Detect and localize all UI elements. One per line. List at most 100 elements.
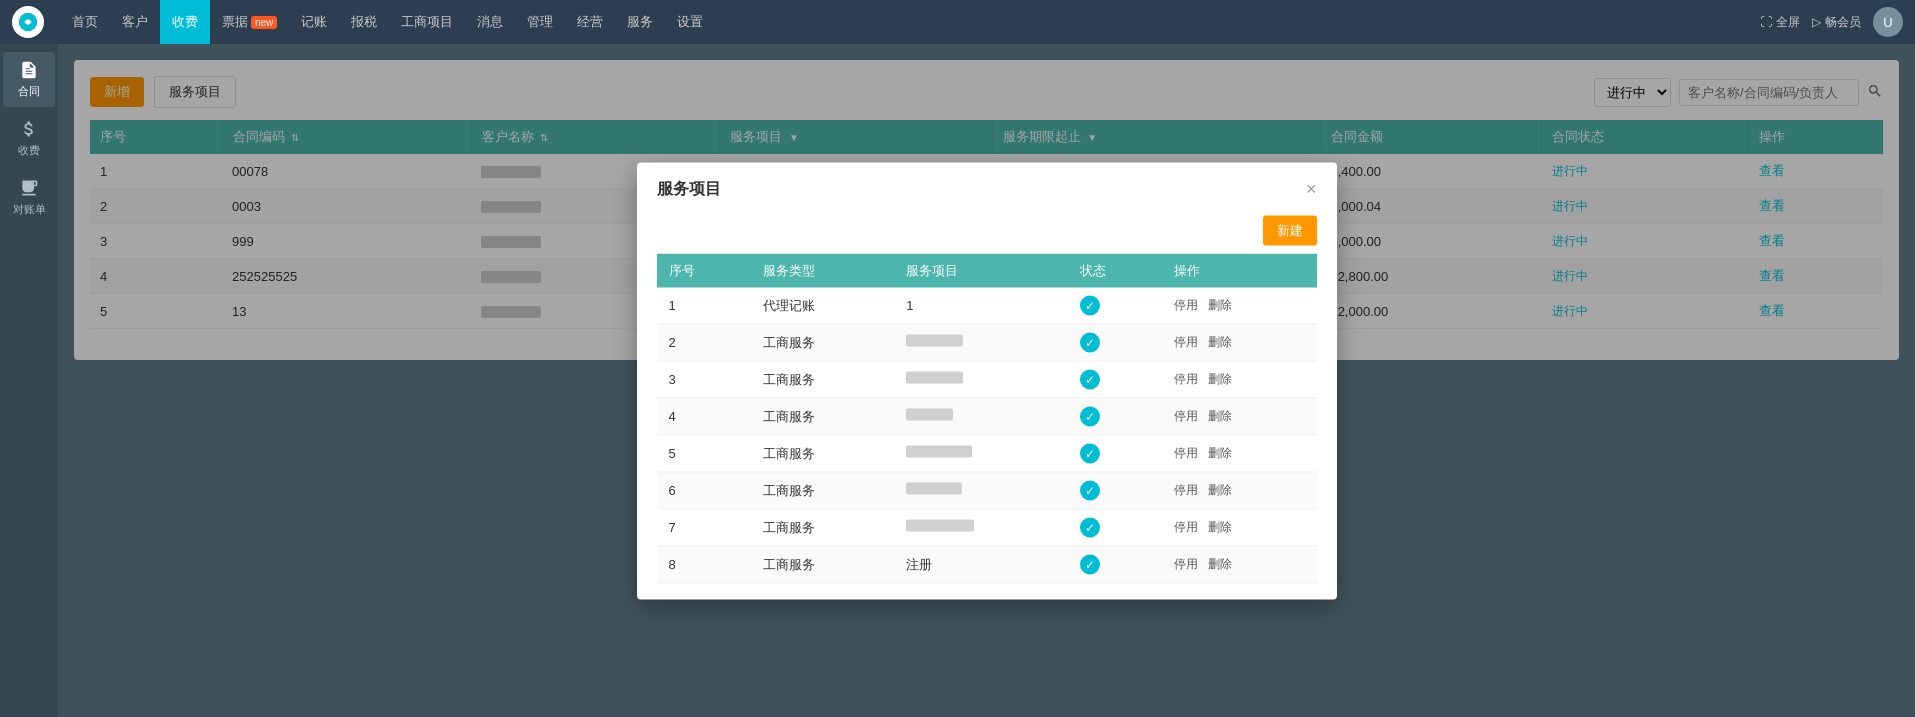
service-modal: 服务项目 × 新建 序号 服务类型 服务项目 状态 操作 [637,162,1337,599]
modal-cell-item: 注册 [894,546,1068,583]
modal-cell-action: 停用 删除 [1162,435,1316,472]
stop-button[interactable]: 停用 [1174,446,1198,460]
nav-invoice[interactable]: 票据 new [210,0,289,44]
modal-cell-seq: 3 [657,361,751,398]
modal-cell-item: 1 [894,287,1068,324]
modal-header: 服务项目 × [637,162,1337,207]
stop-button[interactable]: 停用 [1174,335,1198,349]
modal-cell-seq: 8 [657,546,751,583]
modal-cell-type: 代理记账 [751,287,894,324]
modal-cell-type: 工商服务 [751,546,894,583]
modal-cell-action: 停用 删除 [1162,509,1316,546]
delete-button[interactable]: 删除 [1208,557,1232,571]
list-item: 7 工商服务 ✓ 停用 删除 [657,509,1317,546]
fullscreen-button[interactable]: ⛶ 全屏 [1760,14,1800,31]
modal-col-action: 操作 [1162,253,1316,287]
stop-button[interactable]: 停用 [1174,557,1198,571]
sidebar-label-contract: 合同 [18,84,40,99]
modal-cell-item [894,324,1068,361]
modal-cell-type: 工商服务 [751,398,894,435]
top-nav: 首页 客户 收费 票据 new 记账 报税 工商项目 消息 管理 经营 服务 设… [0,0,1915,44]
modal-cell-action: 停用 删除 [1162,324,1316,361]
sidebar-item-fee[interactable]: 收费 [3,111,55,166]
modal-cell-status: ✓ [1068,509,1162,546]
status-check-icon: ✓ [1080,554,1100,574]
avatar[interactable]: U [1873,7,1903,37]
nav-tax[interactable]: 报税 [339,0,389,44]
modal-cell-type: 工商服务 [751,324,894,361]
modal-col-type: 服务类型 [751,253,894,287]
modal-col-item: 服务项目 [894,253,1068,287]
modal-cell-seq: 4 [657,398,751,435]
modal-cell-item [894,398,1068,435]
modal-cell-action: 停用 删除 [1162,546,1316,583]
sidebar-item-statement[interactable]: 对账单 [3,170,55,225]
modal-new-button[interactable]: 新建 [1263,215,1317,245]
list-item: 4 工商服务 ✓ 停用 删除 [657,398,1317,435]
modal-close-button[interactable]: × [1306,180,1317,198]
layout: 合同 收费 对账单 新增 服务项目 进行中 已结束 [0,44,1915,717]
logo-icon[interactable] [12,6,44,38]
status-check-icon: ✓ [1080,332,1100,352]
nav-fee[interactable]: 收费 [160,0,210,44]
nav-manage[interactable]: 管理 [515,0,565,44]
main-area: 新增 服务项目 进行中 已结束 全部 [58,44,1915,717]
nav-settings[interactable]: 设置 [665,0,715,44]
modal-cell-status: ✓ [1068,472,1162,509]
delete-button[interactable]: 删除 [1208,298,1232,312]
nav-customer[interactable]: 客户 [110,0,160,44]
nav-commerce[interactable]: 工商项目 [389,0,465,44]
stop-button[interactable]: 停用 [1174,409,1198,423]
list-item: 3 工商服务 ✓ 停用 删除 [657,361,1317,398]
sidebar-item-contract[interactable]: 合同 [3,52,55,107]
modal-cell-action: 停用 删除 [1162,472,1316,509]
sidebar-label-fee: 收费 [18,143,40,158]
modal-cell-seq: 6 [657,472,751,509]
status-check-icon: ✓ [1080,369,1100,389]
delete-button[interactable]: 删除 [1208,335,1232,349]
modal-cell-status: ✓ [1068,324,1162,361]
modal-cell-type: 工商服务 [751,509,894,546]
stop-button[interactable]: 停用 [1174,483,1198,497]
member-button[interactable]: ▷ 畅会员 [1812,14,1861,31]
delete-button[interactable]: 删除 [1208,483,1232,497]
modal-cell-item [894,361,1068,398]
nav-home[interactable]: 首页 [60,0,110,44]
modal-col-seq: 序号 [657,253,751,287]
fullscreen-icon: ⛶ [1760,15,1772,29]
stop-button[interactable]: 停用 [1174,298,1198,312]
status-check-icon: ✓ [1080,406,1100,426]
nav-bookkeeping[interactable]: 记账 [289,0,339,44]
nav-service[interactable]: 服务 [615,0,665,44]
delete-button[interactable]: 删除 [1208,372,1232,386]
nav-operation[interactable]: 经营 [565,0,615,44]
nav-message[interactable]: 消息 [465,0,515,44]
modal-col-status: 状态 [1068,253,1162,287]
modal-cell-item [894,509,1068,546]
delete-button[interactable]: 删除 [1208,446,1232,460]
delete-button[interactable]: 删除 [1208,520,1232,534]
modal-cell-action: 停用 删除 [1162,361,1316,398]
modal-cell-seq: 7 [657,509,751,546]
modal-cell-item [894,472,1068,509]
modal-cell-seq: 2 [657,324,751,361]
nav-right: ⛶ 全屏 ▷ 畅会员 U [1760,7,1903,37]
modal-title: 服务项目 [657,178,721,199]
modal-cell-status: ✓ [1068,398,1162,435]
stop-button[interactable]: 停用 [1174,520,1198,534]
modal-cell-seq: 1 [657,287,751,324]
modal-cell-item [894,435,1068,472]
list-item: 1 代理记账 1 ✓ 停用 删除 [657,287,1317,324]
new-badge: new [251,16,277,29]
sidebar-label-statement: 对账单 [13,202,46,217]
modal-toolbar: 新建 [637,207,1337,253]
play-icon: ▷ [1812,15,1821,29]
modal-cell-status: ✓ [1068,435,1162,472]
delete-button[interactable]: 删除 [1208,409,1232,423]
status-check-icon: ✓ [1080,295,1100,315]
modal-cell-status: ✓ [1068,287,1162,324]
modal-cell-seq: 5 [657,435,751,472]
stop-button[interactable]: 停用 [1174,372,1198,386]
list-item: 5 工商服务 ✓ 停用 删除 [657,435,1317,472]
status-check-icon: ✓ [1080,443,1100,463]
